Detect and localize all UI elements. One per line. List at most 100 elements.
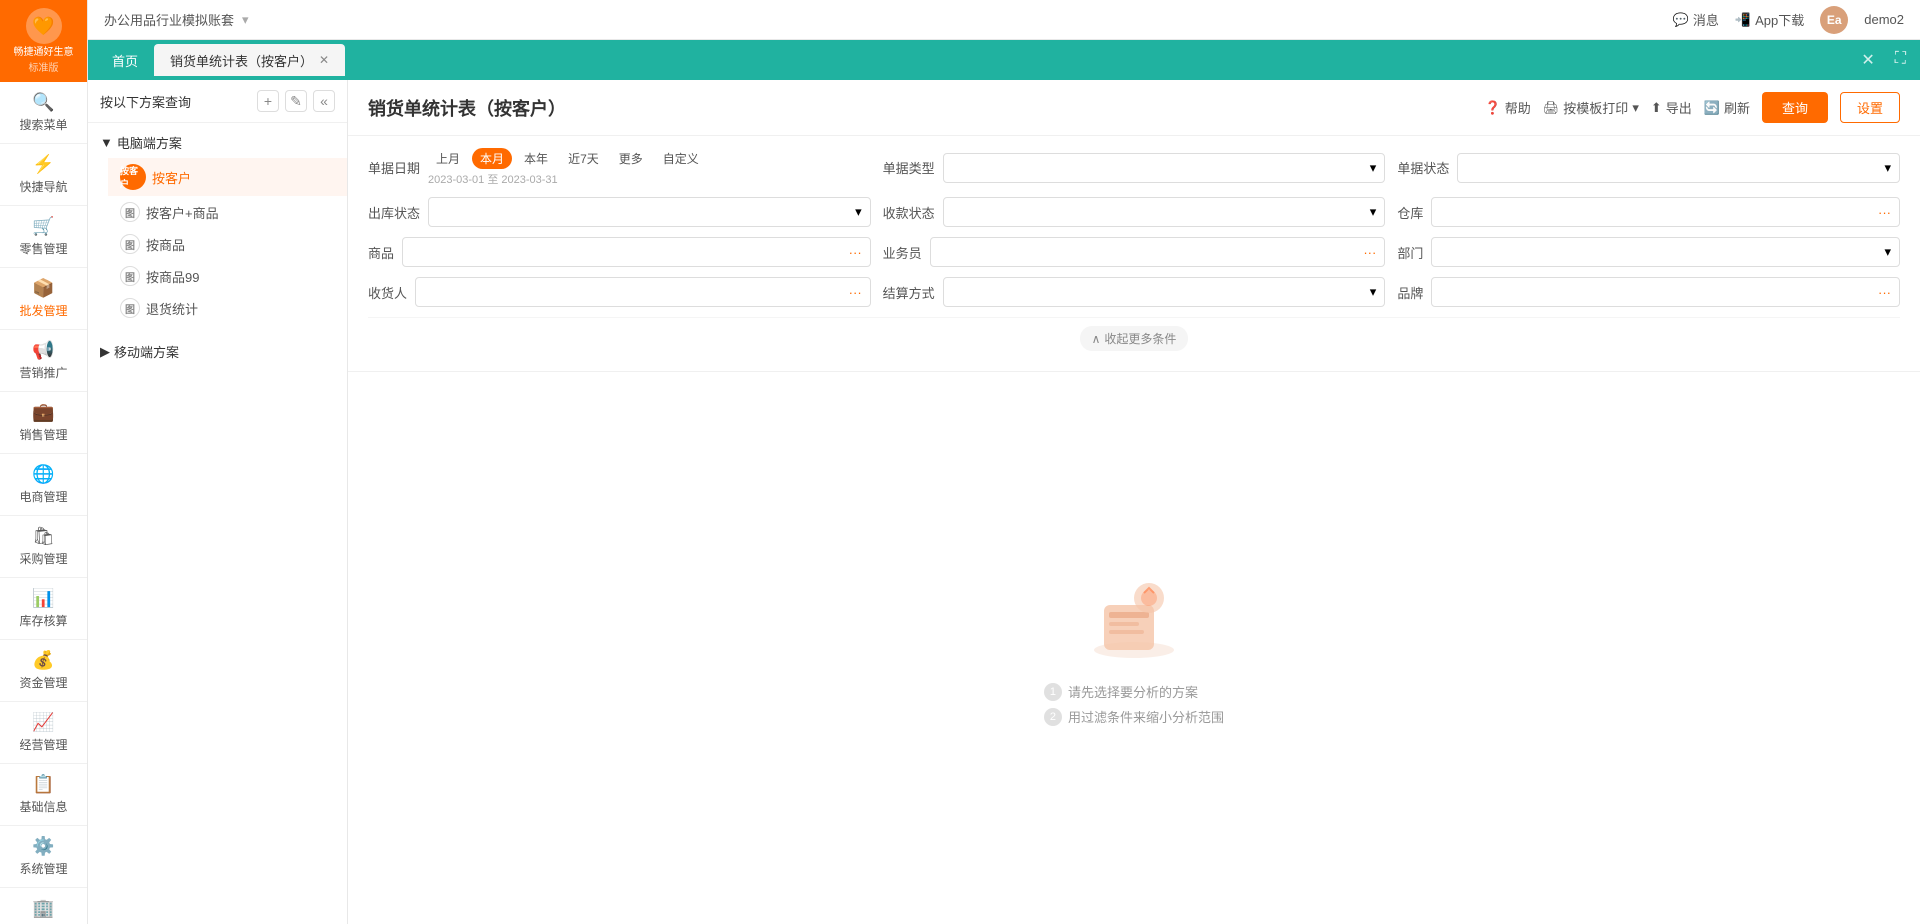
add-scheme-btn[interactable]: + <box>257 90 279 112</box>
tab-expand-action[interactable]: ⛶ <box>1889 48 1912 72</box>
date-btn-custom[interactable]: 自定义 <box>655 148 707 169</box>
enterprise-icon: 🏢 <box>32 898 54 919</box>
search-icon: 🔍 <box>32 92 54 113</box>
date-range-display: 2023-03-01 至 2023-03-31 <box>428 171 871 187</box>
salesperson-input[interactable]: ··· <box>930 237 1386 267</box>
dropdown-icon[interactable]: ▾ <box>242 12 249 28</box>
out-status-select[interactable]: ▾ <box>428 197 871 227</box>
sidebar-item-operations[interactable]: 📈 经营管理 <box>0 702 87 764</box>
collapse-panel-btn[interactable]: « <box>313 90 335 112</box>
sidebar-item-label: 快捷导航 <box>19 178 67 195</box>
page-header: 销货单统计表（按客户） ❓ 帮助 🖨 按模板打印 ▾ ⬆ 导出 <box>348 80 1920 136</box>
date-btn-this-year[interactable]: 本年 <box>516 148 556 169</box>
sidebar-item-retail[interactable]: 🛒 零售管理 <box>0 206 87 268</box>
sidebar-item-basic-info[interactable]: 📋 基础信息 <box>0 764 87 826</box>
sidebar-item-ecommerce[interactable]: 🌐 电商管理 <box>0 454 87 516</box>
tree-child-return-stat[interactable]: 图 退货统计 <box>108 292 347 324</box>
sidebar-item-inventory[interactable]: 📊 库存核算 <box>0 578 87 640</box>
brand-input[interactable]: ··· <box>1431 277 1900 307</box>
tree-parent-desktop[interactable]: ▼ 电脑端方案 <box>88 127 347 158</box>
receive-status-label: 收款状态 <box>883 203 935 222</box>
sidebar-item-wholesale[interactable]: 📦 批发管理 <box>0 268 87 330</box>
export-btn[interactable]: ⬆ 导出 <box>1651 98 1692 117</box>
date-controls: 上月 本月 本年 近7天 更多 自定义 2023-03-01 至 2023-03… <box>428 148 871 187</box>
tree-section-mobile: ▶ 移动端方案 <box>88 332 347 371</box>
sidebar-item-quick-nav[interactable]: ⚡ 快捷导航 <box>0 144 87 206</box>
settings-btn[interactable]: 设置 <box>1840 92 1900 123</box>
tab-sales-stat[interactable]: 销货单统计表（按客户） ✕ <box>154 44 345 76</box>
brand-label: 品牌 <box>1397 283 1423 302</box>
sidebar-item-label: 搜索菜单 <box>19 116 67 133</box>
message-btn[interactable]: 💬 消息 <box>1673 10 1719 29</box>
tree-child-by-goods[interactable]: 图 按商品 <box>108 228 347 260</box>
date-btn-this-month[interactable]: 本月 <box>472 148 512 169</box>
message-icon: 💬 <box>1673 12 1689 28</box>
goods-input[interactable]: ··· <box>402 237 871 267</box>
warehouse-input[interactable]: ··· <box>1431 197 1900 227</box>
sidebar-item-enterprise[interactable]: 🏢 企业协同 <box>0 888 87 924</box>
tree-child-by-customer[interactable]: 按客户 按客户 <box>108 158 347 196</box>
receive-status-select[interactable]: ▾ <box>943 197 1386 227</box>
filter-consignee-cell: 收货人 ··· <box>368 277 871 307</box>
help-btn[interactable]: ❓ 帮助 <box>1485 98 1531 117</box>
brand-control: ··· <box>1431 277 1900 307</box>
tree-child-by-customer-goods[interactable]: 图 按客户+商品 <box>108 196 347 228</box>
collapse-icon: ∧ <box>1092 332 1101 346</box>
query-btn[interactable]: 查询 <box>1762 92 1828 123</box>
main-area: 办公用品行业模拟账套 ▾ 💬 消息 📲 App下载 Ea demo2 首页 销货… <box>88 0 1920 924</box>
purchase-icon: 🛍 <box>32 526 55 547</box>
filter-department-cell: 部门 ▾ <box>1397 237 1900 267</box>
refresh-btn[interactable]: 🔄 刷新 <box>1704 98 1750 117</box>
sidebar-item-system[interactable]: ⚙️ 系统管理 <box>0 826 87 888</box>
consignee-label: 收货人 <box>368 283 407 302</box>
sidebar-item-purchase[interactable]: 🛍 采购管理 <box>0 516 87 578</box>
avatar[interactable]: Ea <box>1820 6 1848 34</box>
sidebar-item-marketing[interactable]: 📢 营销推广 <box>0 330 87 392</box>
edit-scheme-btn[interactable]: ✎ <box>285 90 307 112</box>
hint-text-1: 请先选择要分析的方案 <box>1068 682 1198 701</box>
by-goods-99-icon: 图 <box>120 266 140 286</box>
tab-close-action[interactable]: ✕ <box>1855 48 1880 72</box>
goods-label: 商品 <box>368 243 394 262</box>
by-customer-icon: 按客户 <box>120 164 146 190</box>
doc-status-select[interactable]: ▾ <box>1457 153 1900 183</box>
department-control: ▾ <box>1431 237 1900 267</box>
department-chevron: ▾ <box>1884 244 1891 260</box>
filter-settlement-cell: 结算方式 ▾ <box>883 277 1386 307</box>
department-select[interactable]: ▾ <box>1431 237 1900 267</box>
tree-child-by-goods-99[interactable]: 图 按商品99 <box>108 260 347 292</box>
date-label: 单据日期 <box>368 158 420 177</box>
collapse-row: ∧ 收起更多条件 <box>368 317 1900 359</box>
out-status-chevron: ▾ <box>855 204 862 220</box>
logo-icon: 🧡 <box>26 8 62 44</box>
sidebar-item-label: 采购管理 <box>19 550 67 567</box>
consignee-input[interactable]: ··· <box>415 277 871 307</box>
tab-home[interactable]: 首页 <box>96 44 154 76</box>
sidebar-item-label: 系统管理 <box>19 860 67 877</box>
goods-dots: ··· <box>849 245 862 260</box>
sidebar-item-label: 库存核算 <box>19 612 67 629</box>
collapse-btn[interactable]: ∧ 收起更多条件 <box>1080 326 1189 351</box>
filter-doc-type-cell: 单据类型 ▾ <box>883 153 1386 183</box>
tree-parent-mobile[interactable]: ▶ 移动端方案 <box>88 336 347 367</box>
sidebar-item-search[interactable]: 🔍 搜索菜单 <box>0 82 87 144</box>
print-btn[interactable]: 🖨 按模板打印 ▾ <box>1543 98 1639 117</box>
sidebar-item-label: 基础信息 <box>19 798 67 815</box>
print-icon: 🖨 <box>1543 100 1560 116</box>
date-btn-last-month[interactable]: 上月 <box>428 148 468 169</box>
doc-type-select[interactable]: ▾ <box>943 153 1386 183</box>
sidebar-logo: 🧡 畅捷通好生意 标准版 <box>0 0 88 82</box>
tab-close-btn[interactable]: ✕ <box>319 53 329 67</box>
content-area: 按以下方案查询 + ✎ « ▼ 电脑端方案 按客户 按客户 <box>88 80 1920 924</box>
filter-brand-cell: 品牌 ··· <box>1397 277 1900 307</box>
tree-child-label: 退货统计 <box>146 299 198 318</box>
app-download-btn[interactable]: 📲 App下载 <box>1735 10 1804 29</box>
settlement-select[interactable]: ▾ <box>943 277 1386 307</box>
sidebar-item-finance[interactable]: 💰 资金管理 <box>0 640 87 702</box>
date-btn-more[interactable]: 更多 <box>611 148 651 169</box>
sidebar-item-sales[interactable]: 💼 销售管理 <box>0 392 87 454</box>
page-title: 销货单统计表（按客户） <box>368 95 566 121</box>
doc-status-label: 单据状态 <box>1397 158 1449 177</box>
tab-bar-actions: ✕ ⛶ <box>1855 48 1912 72</box>
date-btn-last-7[interactable]: 近7天 <box>560 148 607 169</box>
